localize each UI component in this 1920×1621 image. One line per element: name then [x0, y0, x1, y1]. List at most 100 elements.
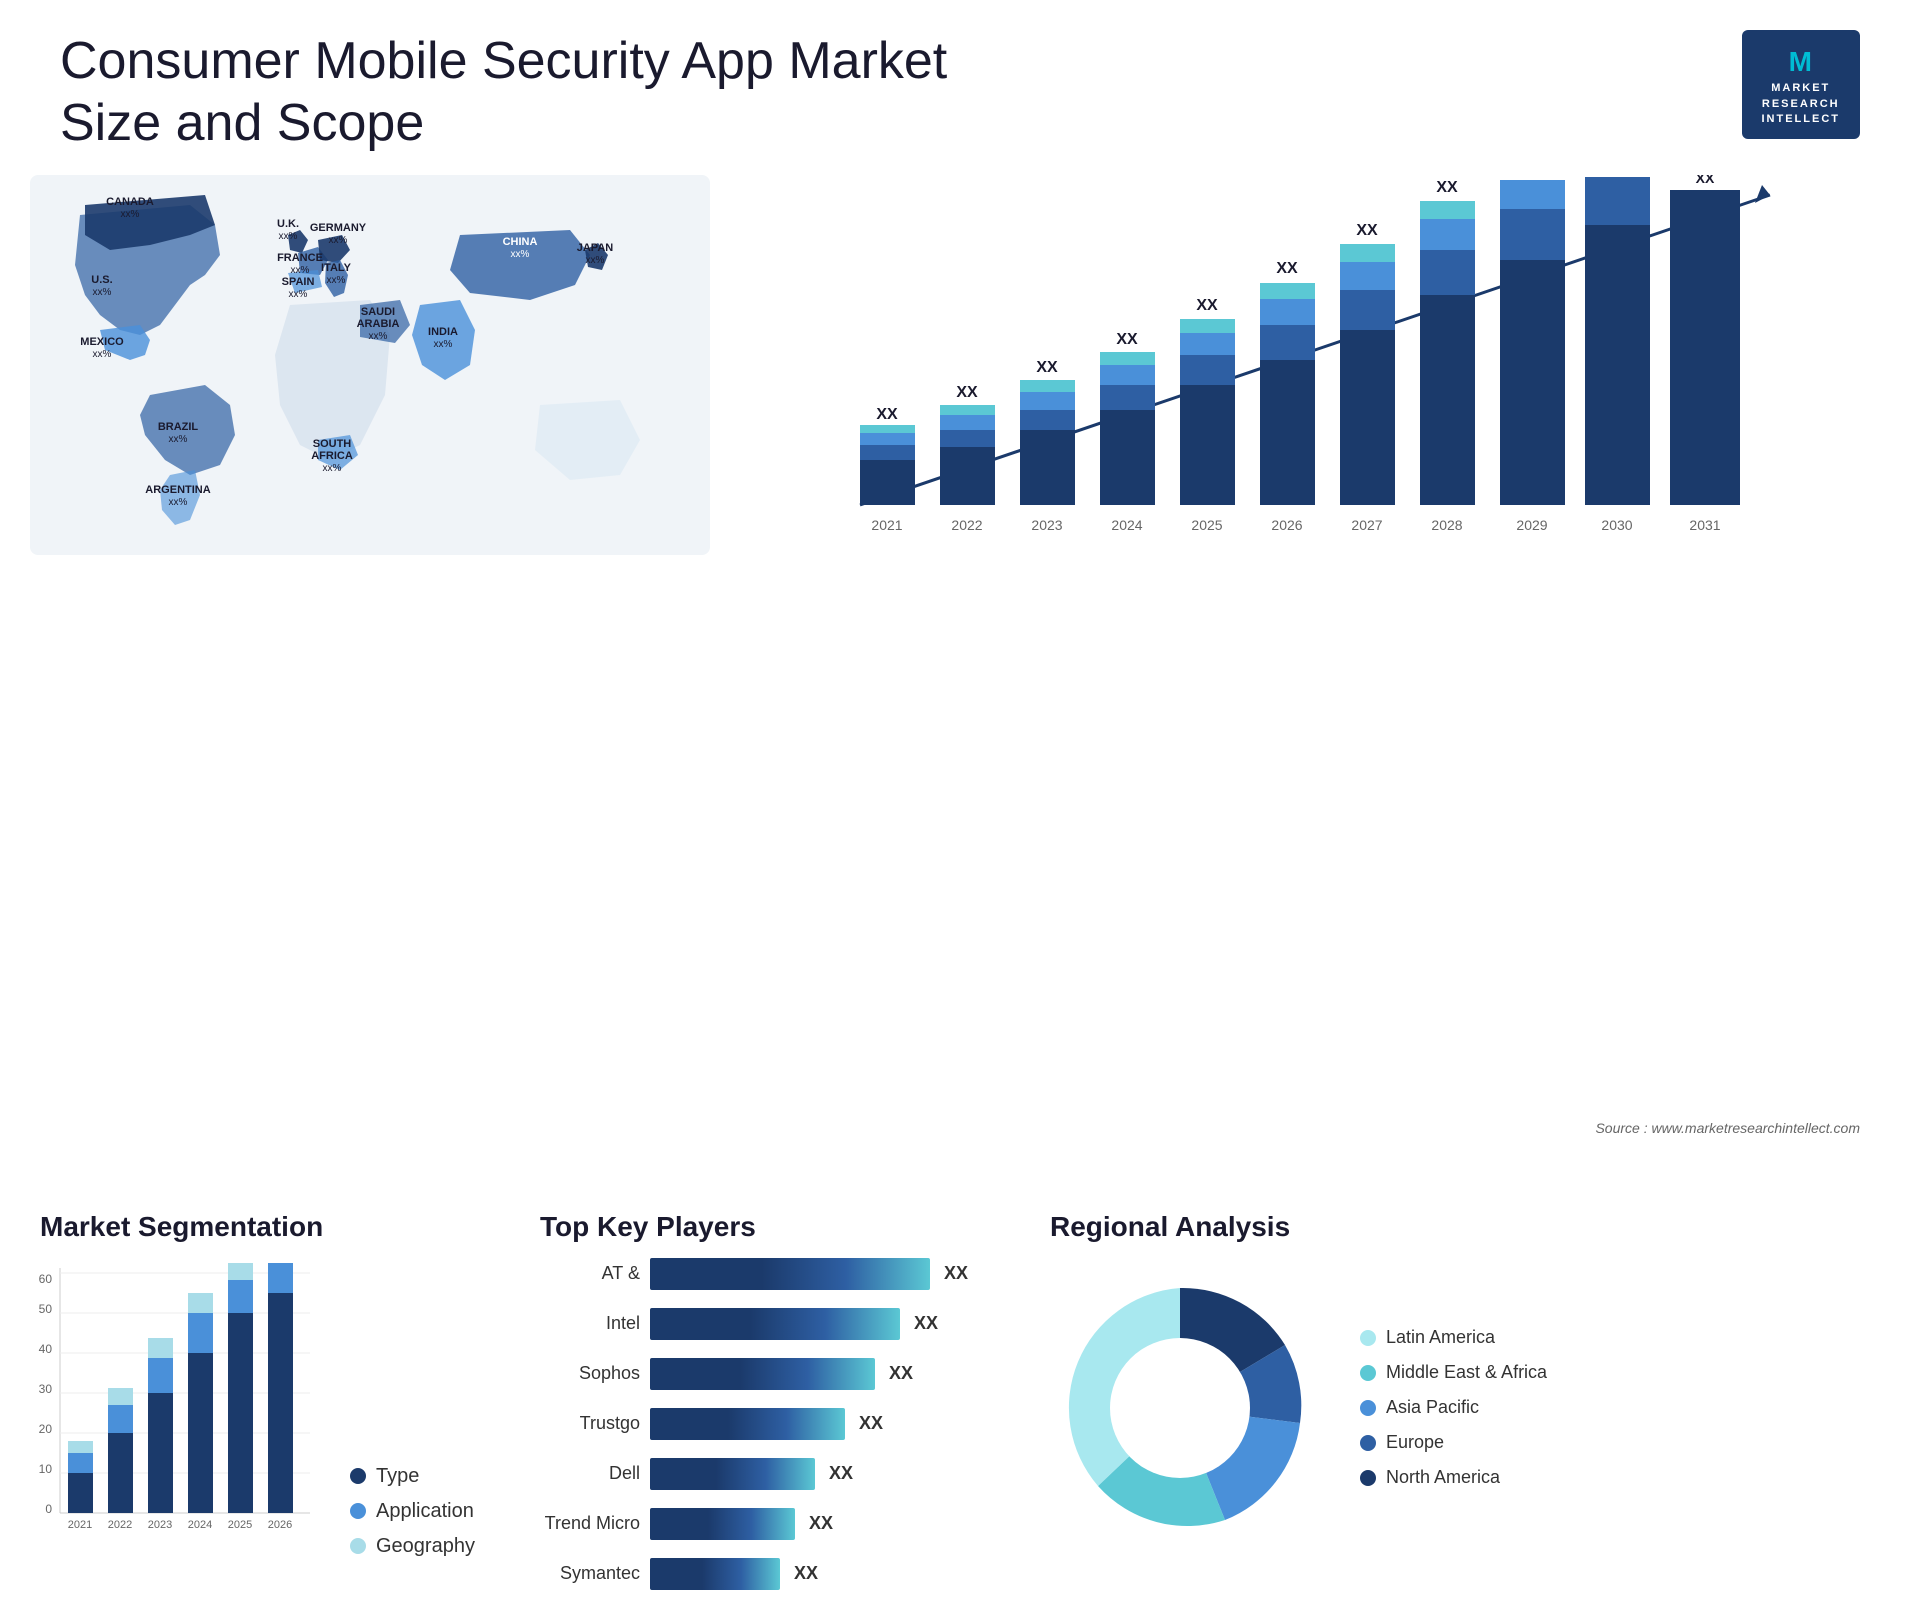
japan-label: JAPAN — [577, 242, 614, 254]
player-name-sophos: Sophos — [520, 1363, 640, 1384]
legend-geo-dot — [350, 1538, 366, 1554]
svg-text:XX: XX — [956, 384, 978, 401]
player-val-intel: XX — [914, 1313, 938, 1334]
seg-legend: Type Application Geography — [350, 1465, 475, 1558]
argentina-label: ARGENTINA — [145, 484, 210, 496]
svg-text:10: 10 — [39, 1462, 53, 1476]
logo-line2: RESEARCH — [1762, 97, 1841, 112]
reg-label-latin: Latin America — [1386, 1327, 1495, 1348]
player-name-trend: Trend Micro — [520, 1513, 640, 1534]
player-row-at: AT & XX — [520, 1258, 1000, 1290]
france-label: FRANCE — [277, 252, 323, 264]
svg-text:AFRICA: AFRICA — [311, 450, 353, 462]
svg-text:2025: 2025 — [228, 1519, 252, 1531]
players-section: Top Key Players AT & XX Intel XX Sophos … — [500, 1211, 1020, 1621]
svg-text:XX: XX — [1436, 179, 1458, 196]
player-bar-at: XX — [650, 1258, 968, 1290]
reg-legend-latin: Latin America — [1360, 1327, 1547, 1348]
player-bar-intel: XX — [650, 1308, 938, 1340]
player-row-symantec: Symantec XX — [520, 1558, 1000, 1590]
svg-text:xx%: xx% — [289, 289, 308, 300]
player-bar-at-bar — [650, 1258, 930, 1290]
svg-text:40: 40 — [39, 1342, 53, 1356]
seg-bars-container: 0 10 20 30 40 50 60 — [20, 1258, 320, 1558]
header: Consumer Mobile Security App Market Size… — [0, 0, 1920, 175]
player-bar-intel-bar — [650, 1308, 900, 1340]
svg-text:xx%: xx% — [169, 434, 188, 445]
donut-area: Latin America Middle East & Africa Asia … — [1030, 1258, 1890, 1558]
germany-label: GERMANY — [310, 222, 367, 234]
world-map: CANADA xx% U.S. xx% MEXICO xx% BRAZIL xx… — [30, 175, 710, 555]
svg-text:XX: XX — [1356, 222, 1378, 239]
legend-app-dot — [350, 1503, 366, 1519]
svg-text:50: 50 — [39, 1302, 53, 1316]
svg-text:2028: 2028 — [1431, 517, 1462, 533]
svg-text:2029: 2029 — [1516, 517, 1547, 533]
map-section: CANADA xx% U.S. xx% MEXICO xx% BRAZIL xx… — [20, 175, 720, 1201]
player-row-dell: Dell XX — [520, 1458, 1000, 1490]
reg-dot-na — [1360, 1470, 1376, 1486]
main-content: CANADA xx% U.S. xx% MEXICO xx% BRAZIL xx… — [0, 175, 1920, 1201]
reg-dot-europe — [1360, 1435, 1376, 1451]
svg-text:2024: 2024 — [188, 1519, 212, 1531]
player-name-at: AT & — [520, 1263, 640, 1284]
svg-text:xx%: xx% — [329, 235, 348, 246]
bar-chart-svg: XX 2021 XX 2022 XX 2023 XX 2024 — [760, 175, 1860, 545]
map-svg: CANADA xx% U.S. xx% MEXICO xx% BRAZIL xx… — [30, 175, 710, 555]
seg-chart-svg: 0 10 20 30 40 50 60 — [20, 1258, 320, 1548]
china-label: CHINA — [503, 236, 538, 248]
page-title: Consumer Mobile Security App Market Size… — [60, 30, 960, 155]
donut-hole — [1110, 1338, 1250, 1478]
svg-text:2026: 2026 — [268, 1519, 292, 1531]
svg-text:2027: 2027 — [1351, 517, 1382, 533]
legend-geo-label: Geography — [376, 1535, 475, 1558]
bar-2021-dark — [860, 460, 915, 505]
player-val-trustgo: XX — [859, 1413, 883, 1434]
player-bar-symantec: XX — [650, 1558, 818, 1590]
svg-text:XX: XX — [1521, 175, 1543, 179]
player-row-trend: Trend Micro XX — [520, 1508, 1000, 1540]
italy-label: ITALY — [321, 262, 352, 274]
svg-text:30: 30 — [39, 1382, 53, 1396]
legend-type-dot — [350, 1468, 366, 1484]
svg-text:XX: XX — [1696, 175, 1715, 186]
reg-label-asia: Asia Pacific — [1386, 1397, 1479, 1418]
player-val-at: XX — [944, 1263, 968, 1284]
bottom-row: Market Segmentation 0 10 20 30 40 50 60 — [0, 1201, 1920, 1621]
svg-text:xx%: xx% — [169, 497, 188, 508]
player-row-sophos: Sophos XX — [520, 1358, 1000, 1390]
players-title: Top Key Players — [540, 1211, 1000, 1243]
svg-text:xx%: xx% — [93, 349, 112, 360]
player-bar-sophos: XX — [650, 1358, 913, 1390]
svg-text:60: 60 — [39, 1272, 53, 1286]
svg-text:xx%: xx% — [93, 287, 112, 298]
canada-label: CANADA — [106, 196, 154, 208]
svg-text:ARABIA: ARABIA — [357, 318, 400, 330]
player-name-intel: Intel — [520, 1313, 640, 1334]
india-label: INDIA — [428, 326, 458, 338]
saudi-label: SAUDI — [361, 306, 395, 318]
legend-type-label: Type — [376, 1465, 419, 1488]
svg-text:XX: XX — [1608, 175, 1627, 178]
player-name-symantec: Symantec — [520, 1563, 640, 1584]
segmentation-section: Market Segmentation 0 10 20 30 40 50 60 — [20, 1211, 500, 1621]
spain-label: SPAIN — [282, 276, 315, 288]
svg-text:2021: 2021 — [68, 1519, 92, 1531]
legend-app-label: Application — [376, 1500, 474, 1523]
us-label: U.S. — [91, 274, 112, 286]
player-bar-sophos-bar — [650, 1358, 875, 1390]
svg-text:0: 0 — [45, 1502, 52, 1516]
reg-dot-latin — [1360, 1330, 1376, 1346]
player-row-trustgo: Trustgo XX — [520, 1408, 1000, 1440]
player-val-dell: XX — [829, 1463, 853, 1484]
player-row-intel: Intel XX — [520, 1308, 1000, 1340]
player-bar-trustgo-bar — [650, 1408, 845, 1440]
reg-label-europe: Europe — [1386, 1432, 1444, 1453]
svg-text:2024: 2024 — [1111, 517, 1142, 533]
player-bar-dell: XX — [650, 1458, 853, 1490]
svg-text:xx%: xx% — [121, 209, 140, 220]
segmentation-title: Market Segmentation — [40, 1211, 500, 1243]
donut-chart-svg — [1030, 1258, 1330, 1558]
reg-label-mea: Middle East & Africa — [1386, 1362, 1547, 1383]
svg-text:xx%: xx% — [434, 339, 453, 350]
